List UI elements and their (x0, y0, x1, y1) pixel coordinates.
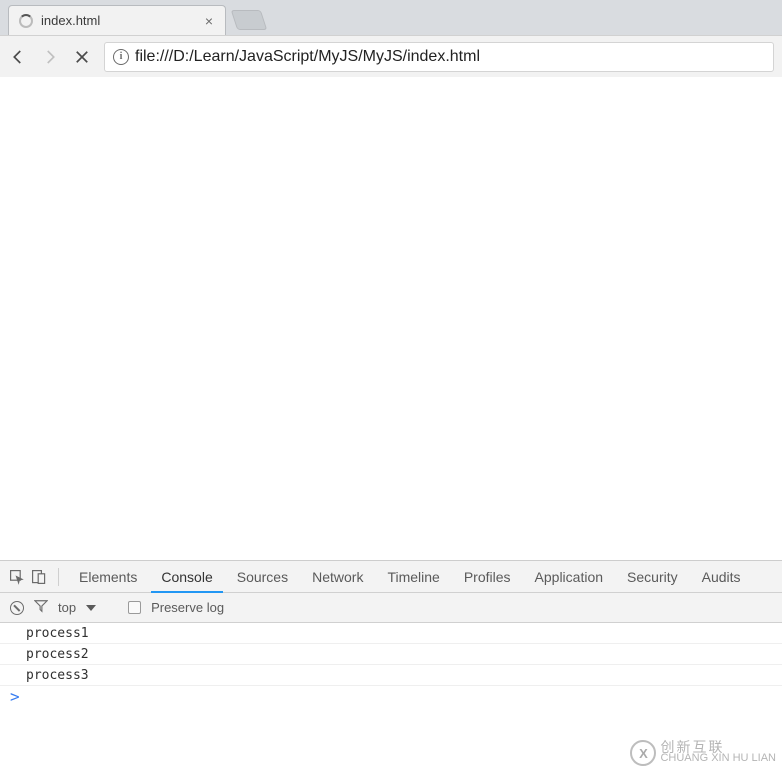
back-button[interactable] (8, 47, 28, 67)
watermark-logo-icon: X (630, 740, 656, 766)
preserve-log-label: Preserve log (151, 600, 224, 615)
tab-title: index.html (41, 13, 203, 28)
devtools-tab-bar: Elements Console Sources Network Timelin… (0, 561, 782, 593)
arrow-left-icon (9, 48, 27, 66)
console-filter-bar: top Preserve log (0, 593, 782, 623)
preserve-log-checkbox[interactable] (128, 601, 141, 614)
context-selector-label: top (58, 600, 76, 615)
tab-audits[interactable]: Audits (692, 561, 751, 593)
close-icon (73, 48, 91, 66)
address-bar[interactable]: i file:///D:/Learn/JavaScript/MyJS/MyJS/… (104, 42, 774, 72)
arrow-right-icon (41, 48, 59, 66)
browser-tab[interactable]: index.html × (8, 5, 226, 35)
console-message[interactable]: process1 (0, 623, 782, 644)
tab-network[interactable]: Network (302, 561, 373, 593)
console-output: process1 process2 process3 (0, 623, 782, 686)
url-text: file:///D:/Learn/JavaScript/MyJS/MyJS/in… (135, 48, 765, 66)
loading-spinner-icon (19, 14, 33, 28)
tab-profiles[interactable]: Profiles (454, 561, 521, 593)
tab-elements[interactable]: Elements (69, 561, 147, 593)
console-prompt[interactable]: > (0, 686, 782, 707)
watermark: X 创新互联 CHUANG XIN HU LIAN (630, 740, 776, 766)
inspect-element-button[interactable] (8, 568, 26, 586)
forward-button[interactable] (40, 47, 60, 67)
tab-sources[interactable]: Sources (227, 561, 298, 593)
tab-timeline[interactable]: Timeline (377, 561, 449, 593)
browser-tab-strip: index.html × (0, 0, 782, 35)
stop-button[interactable] (72, 47, 92, 67)
info-icon[interactable]: i (113, 49, 129, 65)
separator (58, 568, 59, 586)
tab-application[interactable]: Application (525, 561, 614, 593)
page-viewport (0, 77, 782, 560)
browser-toolbar: i file:///D:/Learn/JavaScript/MyJS/MyJS/… (0, 35, 782, 77)
console-message[interactable]: process3 (0, 665, 782, 686)
close-icon[interactable]: × (203, 15, 215, 27)
chevron-down-icon[interactable] (86, 605, 96, 611)
filter-icon[interactable] (34, 599, 48, 616)
watermark-sub: CHUANG XIN HU LIAN (660, 753, 776, 764)
tab-console[interactable]: Console (151, 561, 222, 593)
new-tab-button[interactable] (231, 10, 267, 30)
console-message[interactable]: process2 (0, 644, 782, 665)
device-toolbar-button[interactable] (30, 568, 48, 586)
tab-security[interactable]: Security (617, 561, 688, 593)
clear-console-icon[interactable] (10, 601, 24, 615)
devtools-panel: Elements Console Sources Network Timelin… (0, 560, 782, 707)
